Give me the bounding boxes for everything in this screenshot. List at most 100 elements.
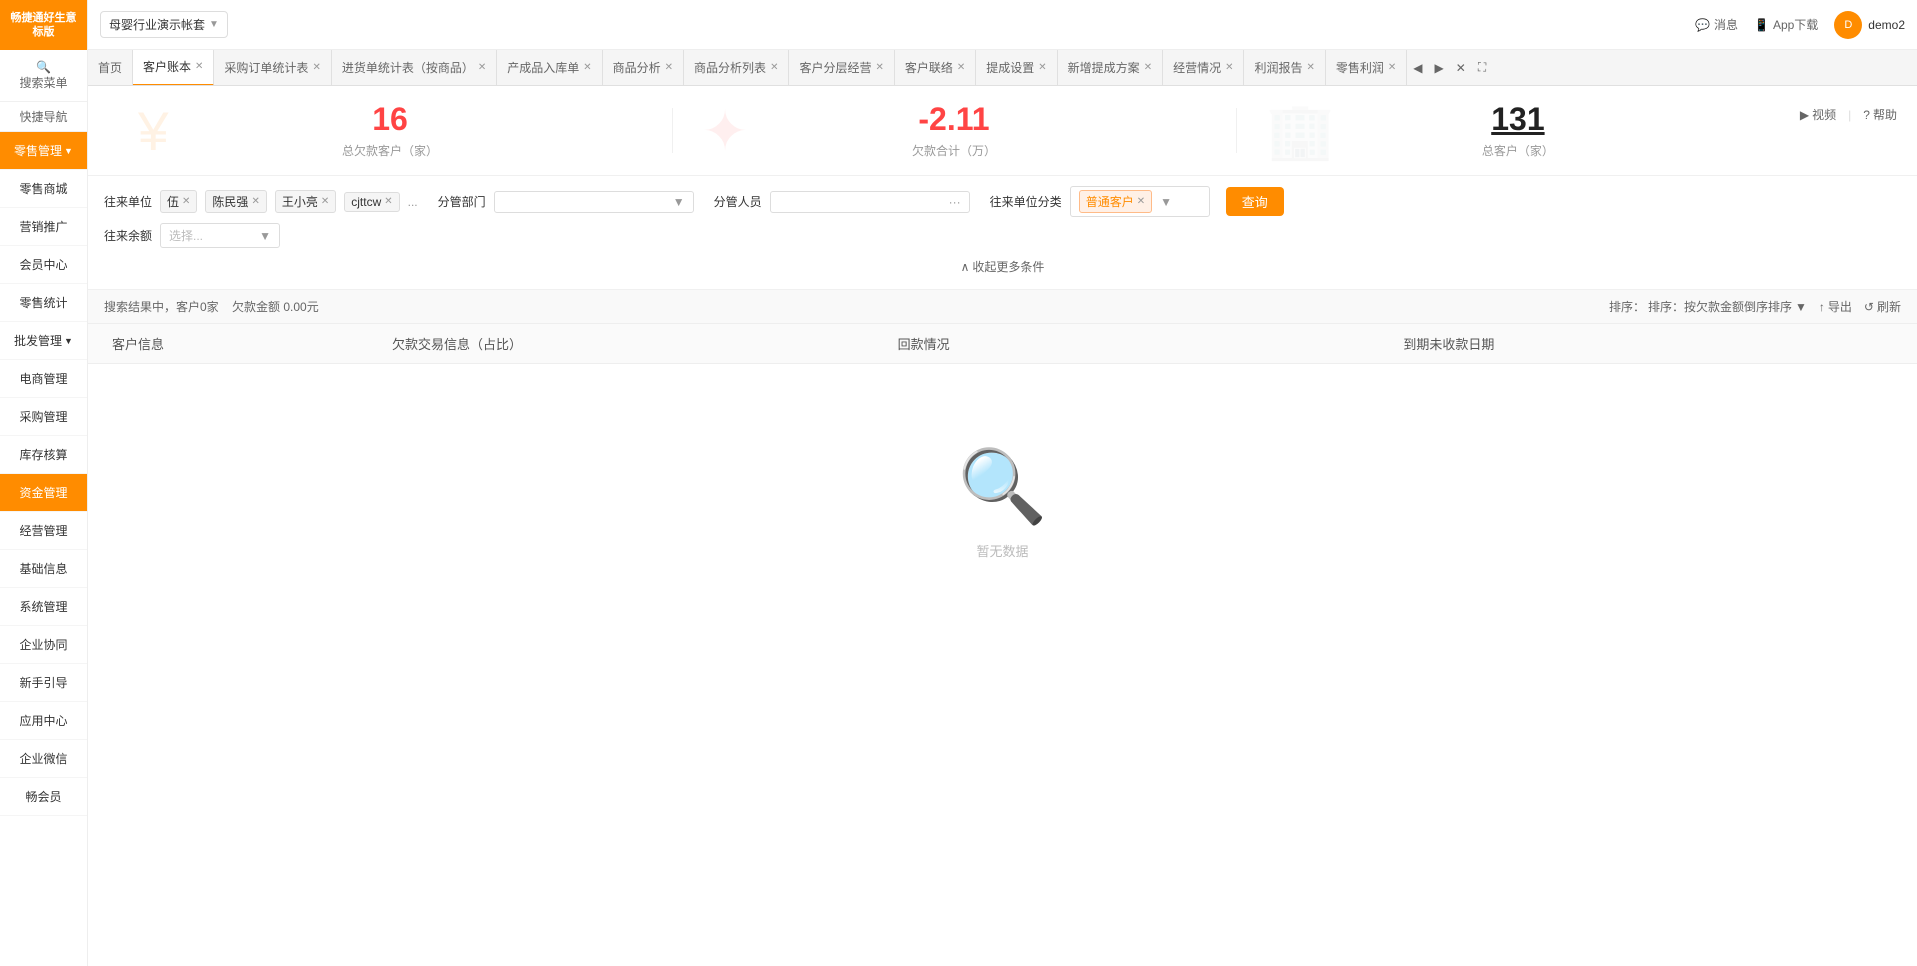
query-button[interactable]: 查询 <box>1226 187 1284 216</box>
logo-text: 畅捷通好生意 标版 <box>11 11 77 40</box>
sidebar-item-purchase[interactable]: 采购管理 <box>0 398 87 436</box>
app-download-button[interactable]: 📱 App下载 <box>1754 16 1818 33</box>
topbar: 母婴行业演示帐套 ▼ 💬 消息 📱 App下载 D demo2 <box>88 0 1917 50</box>
sidebar-item-app-center[interactable]: 应用中心 <box>0 702 87 740</box>
tab-product-analysis-list[interactable]: 商品分析列表 ✕ <box>684 50 789 86</box>
tab-home[interactable]: 首页 <box>88 50 133 86</box>
stat-block-total: 🏢 131 总客户（家） <box>1236 102 1800 158</box>
close-icon[interactable]: ✕ <box>1307 62 1315 73</box>
filter-row-balance: 往来余额 选择... ▼ <box>104 223 1901 248</box>
tab-retail-profit[interactable]: 零售利润 ✕ <box>1326 50 1407 86</box>
sidebar-search[interactable]: 🔍 搜索菜单 <box>0 50 87 102</box>
remove-tag-unit4[interactable]: ✕ <box>384 196 392 207</box>
close-icon[interactable]: ✕ <box>478 62 486 73</box>
export-button[interactable]: ↑ 导出 <box>1819 298 1852 315</box>
stat1-label: 总欠款客户（家） <box>342 142 438 159</box>
tab-customer-contact[interactable]: 客户联络 ✕ <box>895 50 976 86</box>
filter-area: 往来单位 伍 ✕ 陈民强 ✕ 王小亮 ✕ cjttcw ✕ ... <box>88 176 1917 290</box>
sidebar-item-basic[interactable]: 基础信息 <box>0 550 87 588</box>
close-icon[interactable]: ✕ <box>770 62 778 73</box>
sidebar: 畅捷通好生意 标版 🔍 搜索菜单 快捷导航 零售管理 ▼ 零售商城 营销推广 会… <box>0 0 88 966</box>
close-icon[interactable]: ✕ <box>1225 62 1233 73</box>
remove-tag-unit3[interactable]: ✕ <box>321 196 329 207</box>
filter-select-category[interactable]: 普通客户 ✕ ▼ <box>1070 186 1210 217</box>
tabs-close-all[interactable]: ✕ <box>1450 61 1472 75</box>
messages-button[interactable]: 💬 消息 <box>1695 16 1738 33</box>
avatar: D <box>1834 11 1862 39</box>
sidebar-item-retail-mgmt[interactable]: 零售管理 ▼ <box>0 132 87 170</box>
tab-product-analysis[interactable]: 商品分析 ✕ <box>603 50 684 86</box>
sidebar-item-vip[interactable]: 畅会员 <box>0 778 87 816</box>
user-menu[interactable]: D demo2 <box>1834 11 1905 39</box>
stat-block-amount: ✦ -2.11 欠款合计（万） <box>672 102 1236 158</box>
tab-customer-tier[interactable]: 客户分层经营 ✕ <box>789 50 894 86</box>
close-icon[interactable]: ✕ <box>1388 62 1396 73</box>
help-button[interactable]: ? 帮助 <box>1863 106 1897 123</box>
sort-select[interactable]: 排序： 排序：按欠款金额倒序排序 ▼ <box>1609 298 1807 315</box>
sidebar-item-wechat[interactable]: 企业微信 <box>0 740 87 778</box>
col-customer-info: 客户信息 <box>104 334 384 353</box>
sidebar-item-member[interactable]: 会员中心 <box>0 246 87 284</box>
filter-select-person[interactable]: ··· <box>770 191 970 213</box>
close-icon[interactable]: ✕ <box>312 62 320 73</box>
tab-new-raise[interactable]: 新增提成方案 ✕ <box>1058 50 1163 86</box>
filter-label-dept: 分管部门 <box>438 193 486 210</box>
help-icon: ? <box>1863 108 1870 122</box>
close-icon[interactable]: ✕ <box>1038 62 1046 73</box>
col-due-date: 到期未收款日期 <box>1395 334 1901 353</box>
sidebar-item-finance[interactable]: 资金管理 <box>0 474 87 512</box>
close-icon[interactable]: ✕ <box>665 62 673 73</box>
tab-raise-setting[interactable]: 提成设置 ✕ <box>976 50 1057 86</box>
tab-purchase-order-stat[interactable]: 采购订单统计表 ✕ <box>214 50 331 86</box>
result-actions: 排序： 排序：按欠款金额倒序排序 ▼ ↑ 导出 ↺ 刷新 <box>1609 298 1901 315</box>
sidebar-item-operation[interactable]: 经营管理 <box>0 512 87 550</box>
filter-tag-unit-1: 伍 ✕ <box>160 190 197 213</box>
sidebar-item-guide[interactable]: 新手引导 <box>0 664 87 702</box>
filter-label-category: 往来单位分类 <box>990 193 1062 210</box>
filter-label-person: 分管人员 <box>714 193 762 210</box>
filter-row-unit: 往来单位 伍 ✕ 陈民强 ✕ 王小亮 ✕ cjttcw ✕ ... <box>104 186 1901 217</box>
filter-tag-unit-3: 王小亮 ✕ <box>275 190 336 213</box>
result-text: 搜索结果中，客户0家 欠款金额 0.00元 <box>104 298 1609 315</box>
chevron-down-icon: ▼ <box>209 19 219 30</box>
remove-category-tag[interactable]: ✕ <box>1137 196 1145 207</box>
sidebar-item-wholesale-mgmt[interactable]: 批发管理 ▼ <box>0 322 87 360</box>
sidebar-item-system[interactable]: 系统管理 <box>0 588 87 626</box>
close-icon[interactable]: ✕ <box>583 62 591 73</box>
col-collection: 回款情况 <box>890 334 1396 353</box>
tabs-nav-left[interactable]: ◀ <box>1407 61 1428 75</box>
refresh-button[interactable]: ↺ 刷新 <box>1864 298 1901 315</box>
close-icon[interactable]: ✕ <box>957 62 965 73</box>
close-icon[interactable]: ✕ <box>195 61 203 72</box>
sidebar-item-ecommerce[interactable]: 电商管理 <box>0 360 87 398</box>
sidebar-item-retail-stats[interactable]: 零售统计 <box>0 284 87 322</box>
sidebar-item-retail-mall[interactable]: 零售商城 <box>0 170 87 208</box>
export-icon: ↑ <box>1819 300 1825 314</box>
topbar-right: 💬 消息 📱 App下载 D demo2 <box>1695 11 1905 39</box>
tab-purchase-inbound-stat[interactable]: 进货单统计表（按商品） ✕ <box>332 50 497 86</box>
video-button[interactable]: ▶ 视频 <box>1800 106 1836 123</box>
remove-tag-unit2[interactable]: ✕ <box>251 196 259 207</box>
remove-tag-unit1[interactable]: ✕ <box>182 196 190 207</box>
close-icon[interactable]: ✕ <box>875 62 883 73</box>
tabs-maximize[interactable]: ⛶ <box>1472 60 1492 75</box>
tab-operation[interactable]: 经营情况 ✕ <box>1163 50 1244 86</box>
account-selector[interactable]: 母婴行业演示帐套 ▼ <box>100 11 228 38</box>
filter-select-balance[interactable]: 选择... ▼ <box>160 223 280 248</box>
collapse-button[interactable]: ∧ 收起更多条件 <box>104 254 1901 279</box>
tab-customer-account[interactable]: 客户账本 ✕ <box>133 50 214 86</box>
sidebar-quick-nav[interactable]: 快捷导航 <box>0 102 87 132</box>
filter-tag-unit-4: cjttcw ✕ <box>344 192 399 212</box>
result-bar: 搜索结果中，客户0家 欠款金额 0.00元 排序： 排序：按欠款金额倒序排序 ▼… <box>88 290 1917 324</box>
sidebar-item-inventory[interactable]: 库存核算 <box>0 436 87 474</box>
filter-select-dept[interactable]: ▼ <box>494 191 694 213</box>
sidebar-item-marketing[interactable]: 营销推广 <box>0 208 87 246</box>
empty-icon: 🔍 <box>958 444 1048 529</box>
tab-production-inbound[interactable]: 产成品入库单 ✕ <box>497 50 602 86</box>
tabs-nav-right[interactable]: ▶ <box>1429 61 1450 75</box>
close-icon[interactable]: ✕ <box>1144 62 1152 73</box>
sidebar-item-enterprise[interactable]: 企业协同 <box>0 626 87 664</box>
filter-more-tags[interactable]: ... <box>408 195 418 209</box>
tab-profit-report[interactable]: 利润报告 ✕ <box>1244 50 1325 86</box>
chevron-down-icon: ▼ <box>673 195 685 209</box>
